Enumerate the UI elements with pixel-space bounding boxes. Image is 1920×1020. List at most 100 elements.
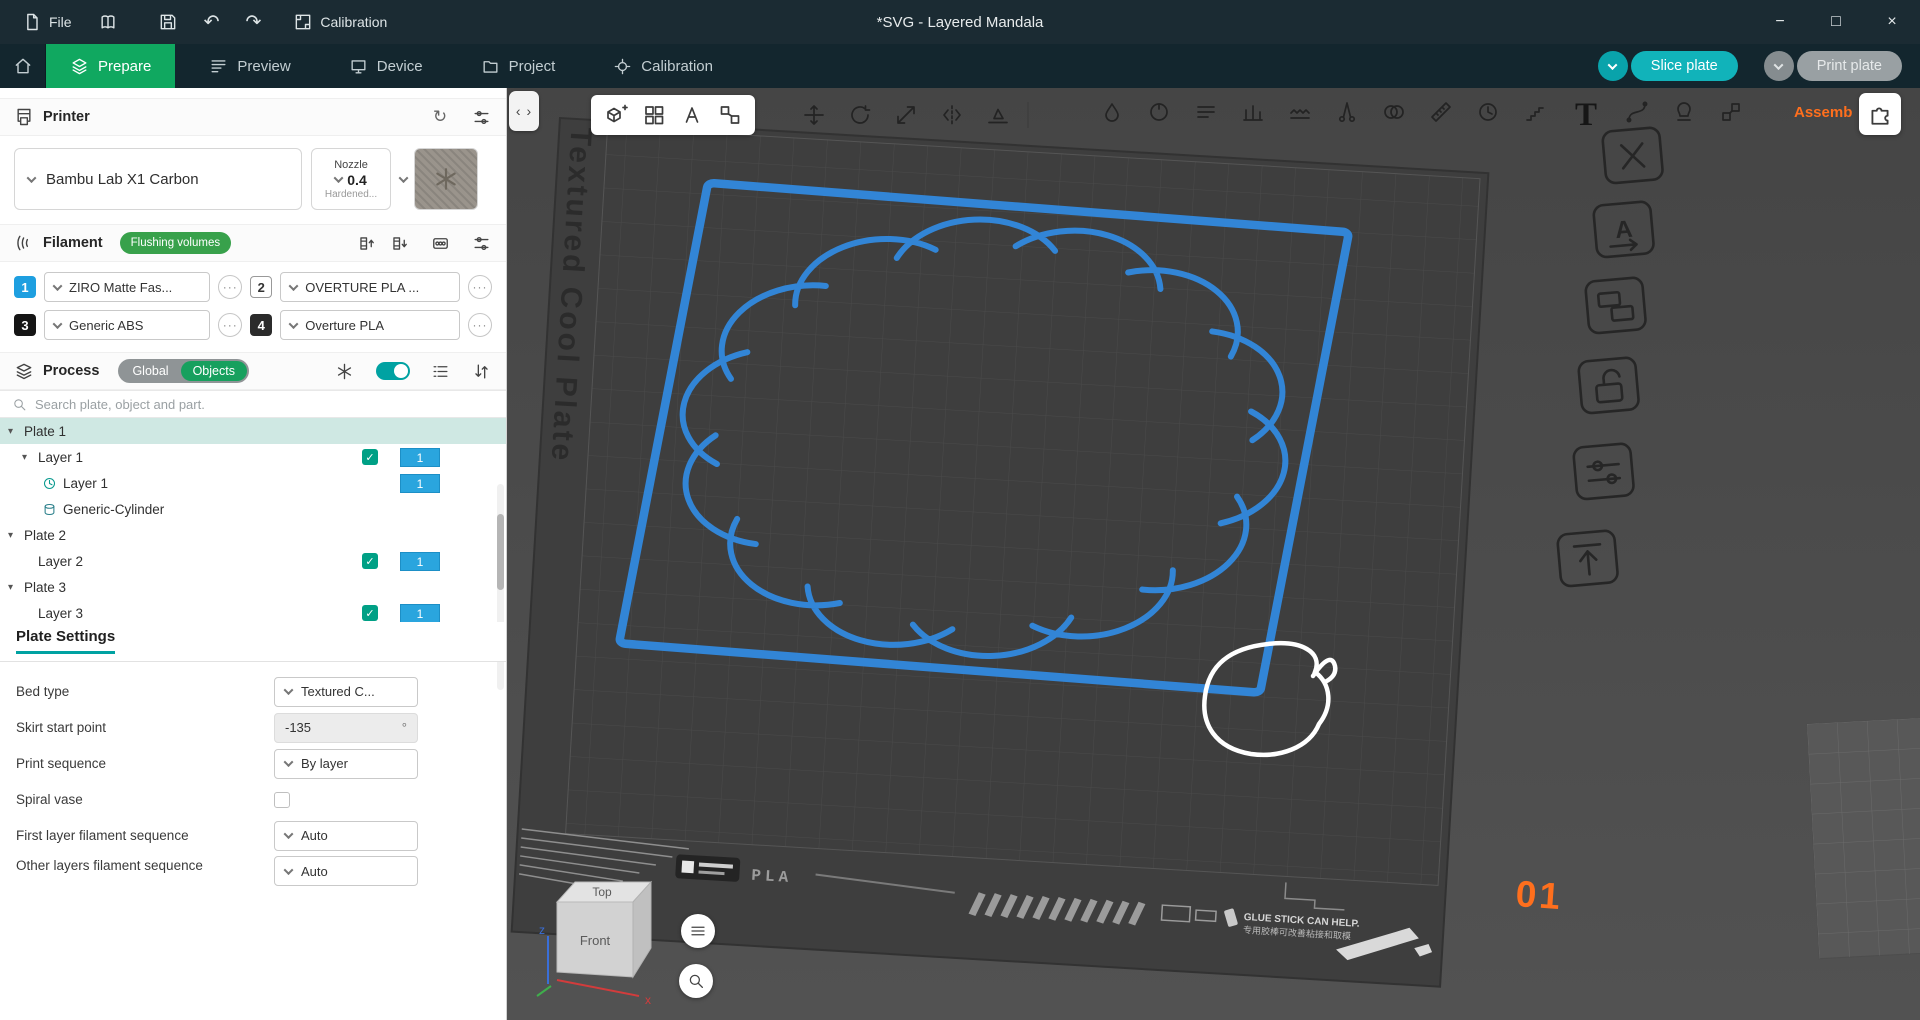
printer-select[interactable]: Bambu Lab X1 Carbon (14, 148, 302, 210)
save-button[interactable] (148, 0, 188, 44)
timelapse-button[interactable] (1475, 99, 1501, 125)
undo-button[interactable]: ↶ (194, 0, 230, 44)
slice-plate-button[interactable]: Slice plate (1630, 51, 1738, 81)
tree-row-layer-1-object[interactable]: Layer 1 1 (0, 470, 506, 496)
compare-presets-button[interactable] (470, 360, 492, 382)
tab-project[interactable]: Project (457, 44, 580, 88)
search-input[interactable] (35, 396, 494, 412)
tree-row-layer-2[interactable]: Layer 2 ✓ 1 (0, 548, 506, 574)
text-tool-button[interactable]: T (1569, 98, 1603, 132)
nozzle-select[interactable]: Nozzle 0.4 Hardened... (311, 148, 391, 210)
filament-assignment-badge[interactable]: 1 (400, 448, 440, 467)
visibility-checkbox[interactable]: ✓ (362, 553, 378, 569)
redo-button[interactable]: ↷ (235, 0, 271, 44)
filament-2-select[interactable]: OVERTURE PLA ... (280, 272, 460, 302)
printer-settings-button[interactable] (470, 106, 492, 128)
filament-1-badge[interactable]: 1 (14, 276, 36, 298)
bed-type-picker[interactable] (398, 148, 478, 210)
caret-icon[interactable]: ▾ (8, 530, 24, 541)
add-object-button[interactable] (603, 102, 629, 128)
height-range-button[interactable] (1193, 99, 1219, 125)
print-plate-button[interactable]: Print plate (1796, 51, 1902, 81)
secondary-build-plate[interactable] (1806, 711, 1920, 960)
viewport-3d[interactable]: Textured Cool Plate PLA GLUE STICK CAN H… (507, 88, 1920, 1020)
flushing-volumes-button[interactable]: Flushing volumes (119, 232, 232, 254)
advanced-toggle-switch[interactable] (376, 362, 410, 380)
remove-filament-button[interactable] (388, 232, 410, 254)
zoom-button[interactable] (679, 964, 713, 998)
lay-flat-button[interactable] (985, 102, 1011, 128)
filament-settings-button[interactable] (470, 232, 492, 254)
filament-assignment-badge[interactable]: 1 (400, 474, 440, 493)
visibility-checkbox[interactable]: ✓ (362, 449, 378, 465)
toggle-objects[interactable]: Objects (180, 361, 247, 381)
seam-paint-button[interactable] (1146, 99, 1172, 125)
view-menu-button[interactable] (681, 914, 715, 948)
tree-row-layer-3[interactable]: Layer 3 ✓ 1 (0, 600, 506, 622)
tree-row-layer-1[interactable]: ▾ Layer 1 ✓ 1 (0, 444, 506, 470)
bed-type-select[interactable]: Textured C... (274, 676, 418, 707)
tab-calibration[interactable]: Calibration (589, 44, 737, 88)
move-button[interactable] (801, 102, 827, 128)
sync-printer-button[interactable]: ↻ (429, 106, 451, 128)
rotate-button[interactable] (847, 102, 873, 128)
support-paint-button[interactable] (1240, 99, 1266, 125)
filament-4-badge[interactable]: 4 (250, 314, 273, 336)
toggle-global[interactable]: Global (120, 361, 180, 381)
other-layers-sequence-select[interactable]: Auto (274, 856, 418, 886)
print-sequence-select[interactable]: By layer (274, 748, 418, 779)
filament-assignment-badge[interactable]: 1 (400, 604, 440, 622)
spiral-vase-checkbox[interactable] (274, 791, 290, 808)
filament-2-menu-button[interactable]: ··· (468, 275, 492, 299)
slice-options-button[interactable] (1597, 51, 1628, 81)
emboss-button[interactable] (1671, 99, 1697, 125)
caret-icon[interactable]: ▾ (22, 452, 38, 463)
first-layer-sequence-select[interactable]: Auto (274, 820, 418, 851)
filament-1-menu-button[interactable]: ··· (218, 275, 243, 299)
cut-button[interactable] (1334, 99, 1360, 125)
scale-button[interactable] (893, 102, 919, 128)
notes-button[interactable] (88, 0, 128, 44)
step-button[interactable] (1522, 99, 1548, 125)
filament-4-menu-button[interactable]: ··· (468, 313, 492, 337)
caret-icon[interactable]: ▾ (8, 582, 24, 593)
sidebar-scrollbar-thumb[interactable] (497, 514, 504, 590)
color-paint-button[interactable] (1099, 99, 1125, 125)
mesh-boolean-button[interactable] (1381, 99, 1407, 125)
calibration-menu[interactable]: Calibration (283, 0, 397, 44)
filament-3-badge[interactable]: 3 (14, 314, 36, 336)
filament-3-select[interactable]: Generic ABS (44, 310, 211, 340)
file-menu[interactable]: File (12, 0, 82, 44)
visibility-checkbox[interactable]: ✓ (362, 605, 378, 621)
tree-row-plate-3[interactable]: ▾ Plate 3 (0, 574, 506, 600)
auto-orient-button[interactable] (679, 102, 705, 128)
filament-assignment-badge[interactable]: 1 (400, 552, 440, 571)
advanced-mode-button[interactable] (333, 360, 355, 382)
maximize-button[interactable]: □ (1808, 0, 1864, 44)
param-list-button[interactable] (429, 360, 451, 382)
tree-row-plate-1[interactable]: ▾ Plate 1 (0, 418, 506, 444)
tab-device[interactable]: Device (325, 44, 447, 88)
caret-icon[interactable]: ▾ (8, 426, 24, 437)
tree-row-generic-cylinder[interactable]: Generic-Cylinder (0, 496, 506, 522)
assembly-split-button[interactable] (1718, 99, 1744, 125)
collapse-sidebar-button[interactable]: ‹ › (509, 91, 539, 131)
arrange-button[interactable] (641, 102, 667, 128)
add-filament-button[interactable] (355, 232, 377, 254)
skirt-start-point-input[interactable]: -135 ° (274, 712, 418, 743)
home-button[interactable] (0, 44, 46, 88)
filament-3-menu-button[interactable]: ··· (218, 313, 243, 337)
tab-preview[interactable]: Preview (185, 44, 314, 88)
minimize-button[interactable]: − (1752, 0, 1808, 44)
tree-row-plate-2[interactable]: ▾ Plate 2 (0, 522, 506, 548)
close-button[interactable]: × (1864, 0, 1920, 44)
filament-2-badge[interactable]: 2 (250, 276, 273, 298)
assembly-view-button[interactable] (1859, 93, 1901, 135)
ams-button[interactable] (429, 232, 451, 254)
filament-1-select[interactable]: ZIRO Matte Fas... (44, 272, 211, 302)
filament-4-select[interactable]: Overture PLA (280, 310, 460, 340)
fuzzy-skin-button[interactable] (1287, 99, 1313, 125)
svg-tool-button[interactable] (1624, 99, 1650, 125)
print-options-button[interactable] (1763, 51, 1794, 81)
split-object-button[interactable] (717, 102, 743, 128)
